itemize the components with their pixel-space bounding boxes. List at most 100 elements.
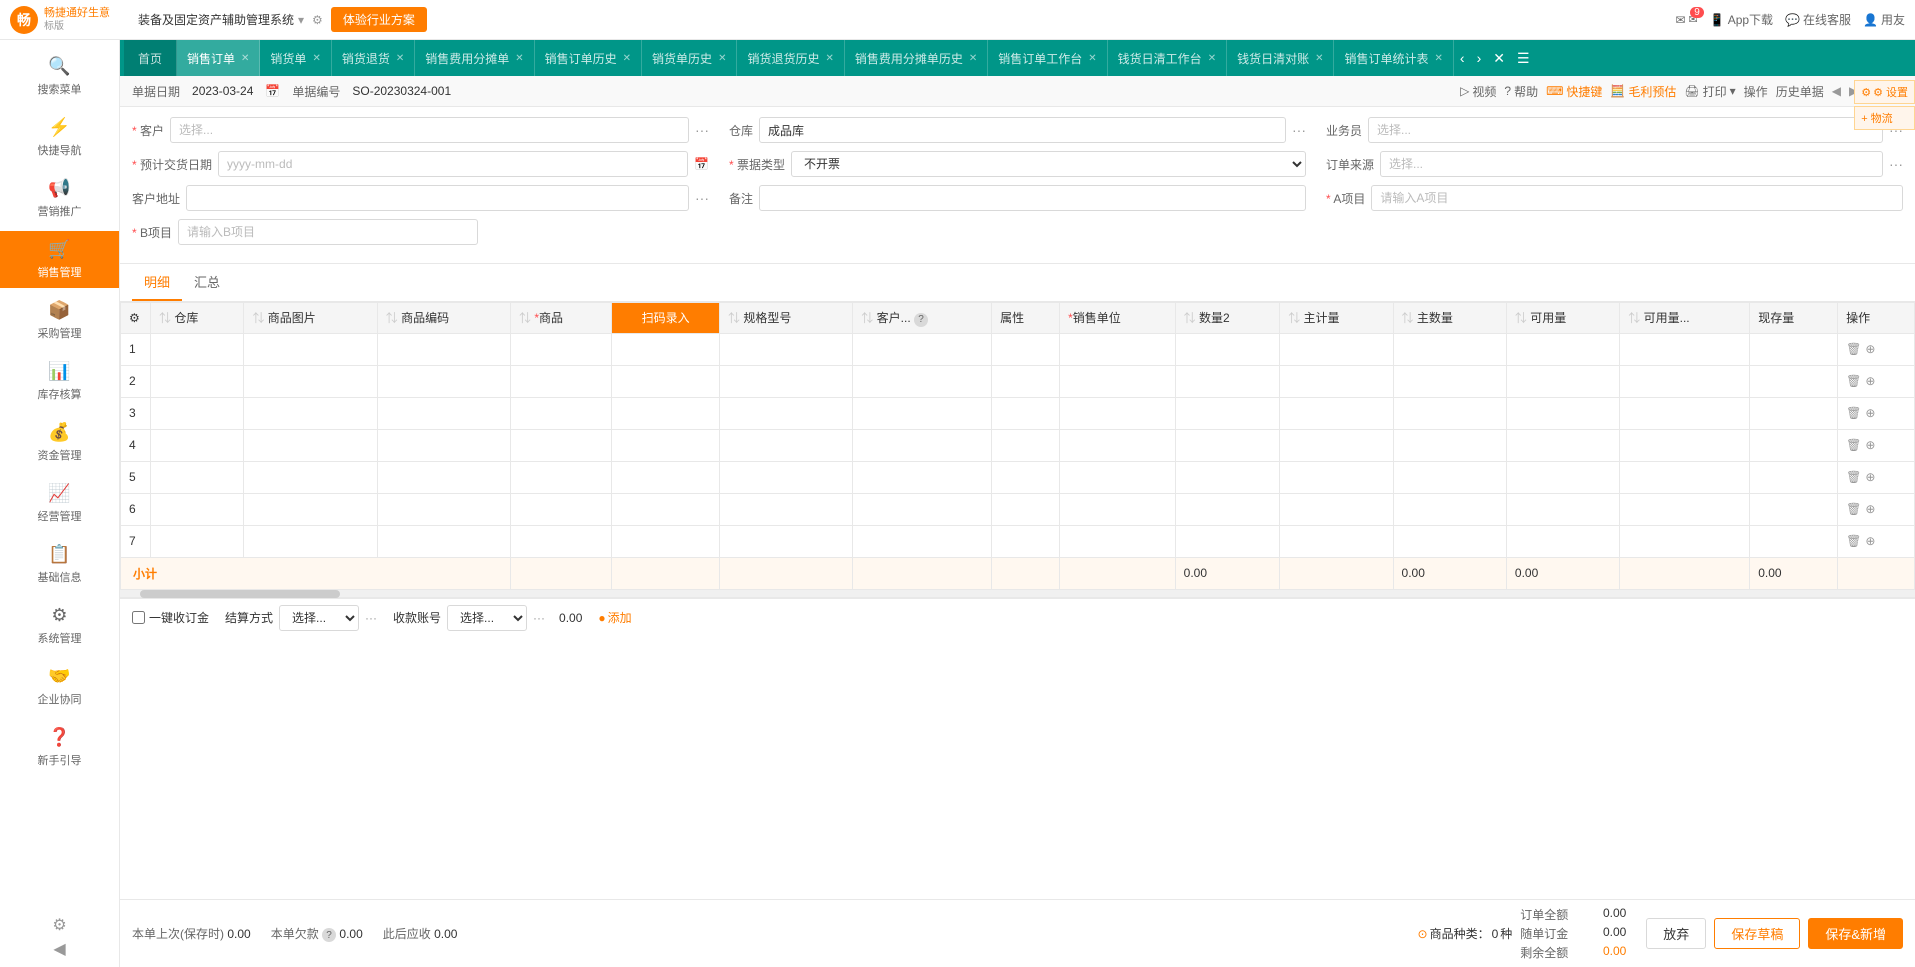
row-7-spec[interactable] (720, 525, 853, 557)
row-3-main-unit[interactable] (1280, 397, 1393, 429)
row-3-goods[interactable] (510, 397, 611, 429)
save-new-btn[interactable]: 保存&新增 (1808, 918, 1903, 949)
row-3-image[interactable] (244, 397, 377, 429)
row-7-image[interactable] (244, 525, 377, 557)
row-3-available[interactable] (1506, 397, 1619, 429)
row-6-main-qty[interactable] (1393, 493, 1506, 525)
delete-icon[interactable]: 🗑 (1846, 502, 1861, 516)
row-3-available2[interactable] (1620, 397, 1750, 429)
shortcut-btn[interactable]: ⌨ 快捷键 (1546, 83, 1602, 100)
tab-sales-order[interactable]: 销售订单 ✕ (177, 40, 260, 76)
row-3-customer-code[interactable] (853, 397, 992, 429)
row-4-qty2[interactable] (1175, 429, 1280, 461)
user-area[interactable]: 👤 用友 (1863, 11, 1905, 28)
tab-sales-workbench[interactable]: 销售订单工作台 ✕ (988, 40, 1107, 76)
row-6-image[interactable] (244, 493, 377, 525)
salesperson-input[interactable] (1368, 117, 1883, 143)
row-4-current[interactable] (1750, 429, 1838, 461)
row-5-customer-code[interactable] (853, 461, 992, 493)
industry-btn[interactable]: 体验行业方案 (331, 7, 427, 32)
payment-method-select[interactable]: 选择... (279, 605, 359, 631)
copy-icon[interactable]: ⊕ (1865, 374, 1875, 388)
row-5-available2[interactable] (1620, 461, 1750, 493)
delivery-date-icon[interactable]: 📅 (694, 157, 709, 171)
tab-close-icon[interactable]: ✕ (718, 53, 726, 64)
warehouse-more-icon[interactable]: ··· (1292, 122, 1306, 138)
profit-btn[interactable]: 🧮 毛利预估 (1610, 83, 1676, 100)
row-4-main-qty[interactable] (1393, 429, 1506, 461)
row-3-spec[interactable] (720, 397, 853, 429)
row-6-available2[interactable] (1620, 493, 1750, 525)
tab-close-icon[interactable]: ✕ (396, 53, 404, 64)
row-5-unit[interactable] (1060, 461, 1176, 493)
sidebar-item-inventory[interactable]: 📊 库存核算 (0, 353, 119, 410)
row-7-available2[interactable] (1620, 525, 1750, 557)
settings-icon[interactable]: ⚙ (312, 13, 323, 27)
sidebar-item-marketing[interactable]: 📢 营销推广 (0, 170, 119, 227)
row-2-main-qty[interactable] (1393, 365, 1506, 397)
account-select[interactable]: 选择... (447, 605, 527, 631)
tab-close-icon[interactable]: ✕ (1315, 53, 1323, 64)
tab-sales-order-history[interactable]: 销售订单历史 ✕ (535, 40, 642, 76)
row-1-code[interactable] (377, 333, 510, 365)
sidebar-item-operation[interactable]: 📈 经营管理 (0, 475, 119, 532)
row-1-main-unit[interactable] (1280, 333, 1393, 365)
row-6-unit[interactable] (1060, 493, 1176, 525)
row-7-customer-code[interactable] (853, 525, 992, 557)
row-6-spec[interactable] (720, 493, 853, 525)
row-2-qty2[interactable] (1175, 365, 1280, 397)
sidebar-item-nav[interactable]: ⚡ 快捷导航 (0, 109, 119, 166)
row-1-available2[interactable] (1620, 333, 1750, 365)
scroll-thumb[interactable] (140, 590, 340, 598)
quick-settle-checkbox[interactable] (132, 611, 145, 624)
warehouse-input[interactable] (759, 117, 1286, 143)
help-btn[interactable]: ? 帮助 (1504, 83, 1538, 100)
tab-sales-bill[interactable]: 销货单 ✕ (260, 40, 331, 76)
message-area[interactable]: ✉ ✉ 9 (1675, 13, 1697, 27)
delete-icon[interactable]: 🗑 (1846, 374, 1861, 388)
row-2-code[interactable] (377, 365, 510, 397)
row-1-image[interactable] (244, 333, 377, 365)
col-settings[interactable]: ⚙ (121, 303, 151, 334)
account-more-icon[interactable]: ··· (533, 611, 545, 625)
b-project-input[interactable] (178, 219, 478, 245)
delete-icon[interactable]: 🗑 (1846, 470, 1861, 484)
sidebar-collapse-btn[interactable]: ◀ (53, 939, 65, 959)
row-6-warehouse[interactable] (151, 493, 244, 525)
row-3-unit[interactable] (1060, 397, 1176, 429)
row-5-spec[interactable] (720, 461, 853, 493)
remark-input[interactable] (759, 185, 1306, 211)
row-4-available2[interactable] (1620, 429, 1750, 461)
delete-icon[interactable]: 🗑 (1846, 406, 1861, 420)
row-1-main-qty[interactable] (1393, 333, 1506, 365)
history-btn[interactable]: 历史单据 (1776, 83, 1824, 100)
row-2-image[interactable] (244, 365, 377, 397)
customer-addr-input[interactable] (186, 185, 689, 211)
delete-icon[interactable]: 🗑 (1846, 438, 1861, 452)
row-2-current[interactable] (1750, 365, 1838, 397)
row-1-unit[interactable] (1060, 333, 1176, 365)
payment-more-icon[interactable]: ··· (365, 611, 377, 625)
sidebar-item-finance[interactable]: 💰 资金管理 (0, 414, 119, 471)
row-5-warehouse[interactable] (151, 461, 244, 493)
row-6-main-unit[interactable] (1280, 493, 1393, 525)
row-1-available[interactable] (1506, 333, 1619, 365)
delete-icon[interactable]: 🗑 (1846, 342, 1861, 356)
customer-more-icon[interactable]: ··· (695, 122, 709, 138)
copy-icon[interactable]: ⊕ (1865, 438, 1875, 452)
row-2-goods[interactable] (510, 365, 611, 397)
row-2-unit[interactable] (1060, 365, 1176, 397)
tab-close-all-btn[interactable]: ✕ (1487, 50, 1511, 67)
row-5-attribute[interactable] (992, 461, 1060, 493)
sidebar-item-search[interactable]: 🔍 搜索菜单 (0, 48, 119, 105)
row-1-current[interactable] (1750, 333, 1838, 365)
row-7-qty2[interactable] (1175, 525, 1280, 557)
row-3-attribute[interactable] (992, 397, 1060, 429)
row-3-warehouse[interactable] (151, 397, 244, 429)
tab-sales-return[interactable]: 销货退货 ✕ (332, 40, 415, 76)
row-6-attribute[interactable] (992, 493, 1060, 525)
sidebar-item-purchase[interactable]: 📦 采购管理 (0, 292, 119, 349)
row-5-main-qty[interactable] (1393, 461, 1506, 493)
row-6-code[interactable] (377, 493, 510, 525)
row-3-code[interactable] (377, 397, 510, 429)
